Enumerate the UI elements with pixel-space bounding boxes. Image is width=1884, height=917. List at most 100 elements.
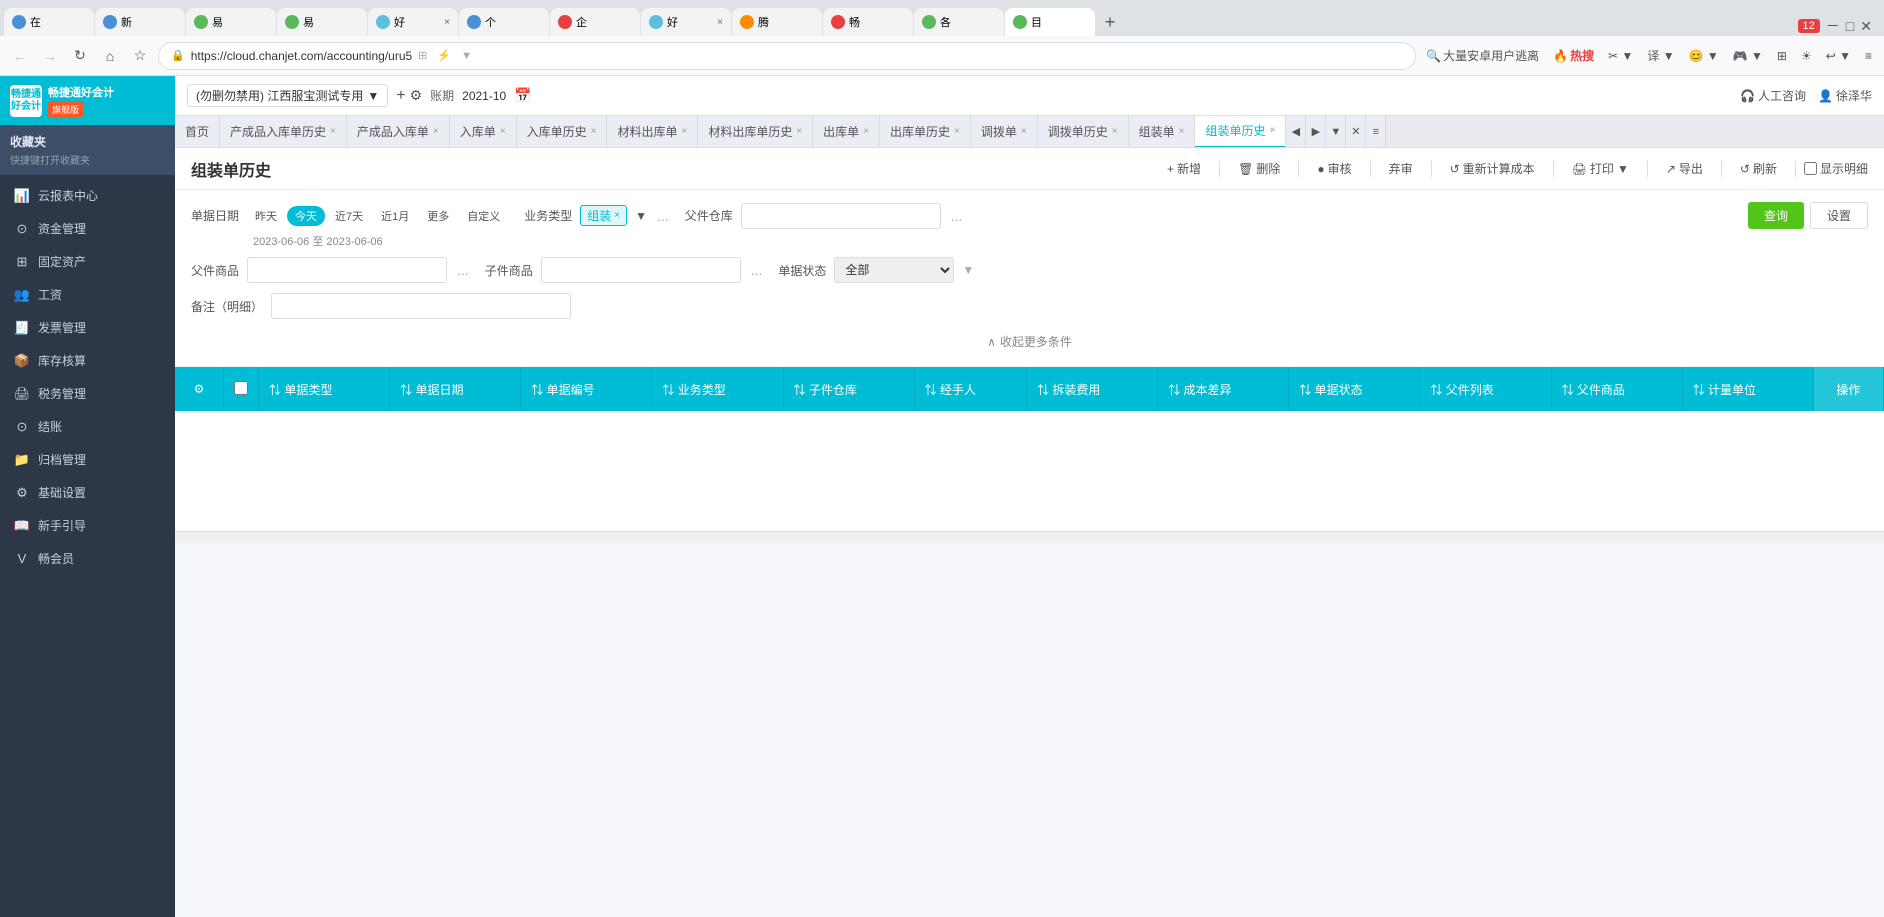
new-tab-button[interactable]: + — [1096, 8, 1124, 36]
tab5-close[interactable]: × — [444, 17, 450, 28]
sidebar-item-invoice-mgmt[interactable]: 🧾 发票管理 — [0, 311, 175, 344]
emoji-btn[interactable]: 😊 ▼ — [1685, 47, 1723, 65]
address-bar[interactable]: 🔒 https://cloud.chanjet.com/accounting/u… — [158, 42, 1416, 70]
page-tab-home[interactable]: 首页 — [175, 116, 220, 148]
sidebar-item-tax-mgmt[interactable]: 🖨 税务管理 — [0, 377, 175, 410]
close-button[interactable]: ✕ — [1860, 18, 1872, 35]
browser-tab-7[interactable]: 企 — [550, 8, 640, 36]
page-tab-assembly[interactable]: 组装单 × — [1129, 116, 1196, 148]
set-button[interactable]: 设置 — [1810, 202, 1868, 229]
date-btn-today[interactable]: 今天 — [287, 206, 325, 226]
child-goods-input[interactable] — [541, 257, 741, 283]
tab-close-in-bill[interactable]: × — [500, 126, 506, 137]
date-btn-custom[interactable]: 自定义 — [459, 206, 508, 226]
page-tab-transfer[interactable]: 调拨单 × — [971, 116, 1038, 148]
maximize-button[interactable]: □ — [1846, 18, 1854, 34]
bottom-scrollbar[interactable] — [175, 531, 1884, 543]
tabs-close-all[interactable]: ✕ — [1346, 116, 1366, 148]
page-tab-transfer-history[interactable]: 调拨单历史 × — [1038, 116, 1129, 148]
tab-close-finished-in[interactable]: × — [433, 126, 439, 137]
sidebar-item-payroll[interactable]: 👥 工资 — [0, 278, 175, 311]
page-tab-in-history[interactable]: 入库单历史 × — [517, 116, 608, 148]
browser-tab-10[interactable]: 畅 — [823, 8, 913, 36]
browser-tab-5[interactable]: 好 × — [368, 8, 458, 36]
tab-close-transfer-history[interactable]: × — [1112, 126, 1118, 137]
sidebar-item-archive-mgmt[interactable]: 📁 归档管理 — [0, 443, 175, 476]
tab-close-material-out[interactable]: × — [681, 126, 687, 137]
tabs-more[interactable]: ▼ — [1326, 116, 1346, 148]
tab-close-out-history[interactable]: × — [954, 126, 960, 137]
page-tab-finished-in[interactable]: 产成品入库单 × — [347, 116, 450, 148]
sidebar-item-fund-mgmt[interactable]: ⊙ 资金管理 — [0, 212, 175, 245]
translate-btn[interactable]: 译 ▼ — [1643, 45, 1678, 66]
select-all-checkbox[interactable] — [234, 381, 248, 395]
game-btn[interactable]: 🎮 ▼ — [1729, 47, 1767, 65]
date-btn-7days[interactable]: 近7天 — [327, 206, 371, 226]
sidebar-item-checkout[interactable]: ⊙ 结账 — [0, 410, 175, 443]
browser-tab-2[interactable]: 新 — [95, 8, 185, 36]
date-btn-yesterday[interactable]: 昨天 — [247, 206, 285, 226]
page-tab-material-out-history[interactable]: 材料出库单历史 × — [698, 116, 813, 148]
col-settings-btn[interactable]: ⚙ — [185, 375, 213, 403]
biz-type-more[interactable]: ... — [657, 208, 669, 224]
parent-warehouse-input[interactable] — [741, 203, 941, 229]
date-btn-more[interactable]: 更多 — [419, 206, 457, 226]
search-button[interactable]: 查询 — [1748, 202, 1804, 229]
reload-button[interactable]: ↻ — [68, 44, 92, 68]
tab-close-finished-in-history[interactable]: × — [330, 126, 336, 137]
audit-button[interactable]: ● 审核 — [1307, 156, 1361, 181]
sidebar-item-cloud-report[interactable]: 📊 云报表中心 — [0, 179, 175, 212]
minimize-button[interactable]: － — [1826, 16, 1840, 36]
bookmark-button[interactable]: ☆ — [128, 44, 152, 68]
delete-button[interactable]: 🗑 删除 — [1228, 156, 1290, 181]
page-tab-out-history[interactable]: 出库单历史 × — [880, 116, 971, 148]
biz-type-dropdown[interactable]: ▼ — [635, 209, 647, 223]
note-input[interactable] — [271, 293, 571, 319]
abandon-button[interactable]: 弃审 — [1379, 156, 1423, 181]
tab8-close[interactable]: × — [717, 17, 723, 28]
tab-close-material-out-history[interactable]: × — [796, 126, 802, 137]
calendar-icon[interactable]: 📅 — [514, 87, 531, 104]
show-detail-checkbox[interactable] — [1804, 162, 1817, 175]
grid-btn[interactable]: ⊞ — [1773, 47, 1791, 65]
search-area[interactable]: 🔍 大量安卓用户逃离 — [1422, 45, 1543, 66]
tab-close-in-history[interactable]: × — [591, 126, 597, 137]
tabs-scroll-right[interactable]: ▶ — [1306, 116, 1326, 148]
tabs-scroll-left[interactable]: ◀ — [1286, 116, 1306, 148]
sidebar-item-membership[interactable]: V 畅会员 — [0, 542, 175, 575]
page-tab-in-bill[interactable]: 入库单 × — [450, 116, 517, 148]
tab-close-assembly-history[interactable]: × — [1269, 125, 1275, 136]
parent-goods-input[interactable] — [247, 257, 447, 283]
page-tab-material-out[interactable]: 材料出库单 × — [607, 116, 698, 148]
browser-tab-6[interactable]: 个 — [459, 8, 549, 36]
browser-tab-9[interactable]: 腾 — [732, 8, 822, 36]
recalc-button[interactable]: ↺ 重新计算成本 — [1440, 156, 1545, 181]
show-detail-area[interactable]: 显示明细 — [1804, 160, 1868, 177]
page-tab-finished-in-history[interactable]: 产成品入库单历史 × — [220, 116, 347, 148]
browser-tab-11[interactable]: 各 — [914, 8, 1004, 36]
refresh-button[interactable]: ↺ 刷新 — [1730, 156, 1787, 181]
service-button[interactable]: 🎧 人工咨询 — [1740, 87, 1806, 104]
browser-tab-3[interactable]: 易 — [186, 8, 276, 36]
sidebar-item-settings[interactable]: ⚙ 基础设置 — [0, 476, 175, 509]
parent-warehouse-more[interactable]: ... — [951, 208, 963, 224]
sidebar-item-fixed-assets[interactable]: ⊞ 固定资产 — [0, 245, 175, 278]
sidebar-item-inventory[interactable]: 📦 库存核算 — [0, 344, 175, 377]
tabs-settings[interactable]: ≡ — [1366, 116, 1386, 148]
tab-close-out-bill[interactable]: × — [863, 126, 869, 137]
url-dropdown-icon[interactable]: ▼ — [461, 50, 472, 62]
export-button[interactable]: ↗ 导出 — [1656, 156, 1713, 181]
browser-tab-4[interactable]: 易 — [277, 8, 367, 36]
biz-type-tag-close[interactable]: × — [614, 210, 620, 221]
parent-goods-more[interactable]: ... — [457, 262, 469, 278]
home-button[interactable]: ⌂ — [98, 44, 122, 68]
tab-close-transfer[interactable]: × — [1021, 126, 1027, 137]
forward-button[interactable]: → — [38, 44, 62, 68]
menu-btn[interactable]: ≡ — [1861, 47, 1876, 65]
user-button[interactable]: 👤 徐泽华 — [1818, 87, 1872, 104]
add-company-button[interactable]: + — [396, 87, 405, 105]
browser-tab-12[interactable]: 目 — [1005, 8, 1095, 36]
date-btn-1month[interactable]: 近1月 — [373, 206, 417, 226]
topbar-settings-icon[interactable]: ⚙ — [410, 87, 423, 104]
browser-tab-8[interactable]: 好 × — [641, 8, 731, 36]
